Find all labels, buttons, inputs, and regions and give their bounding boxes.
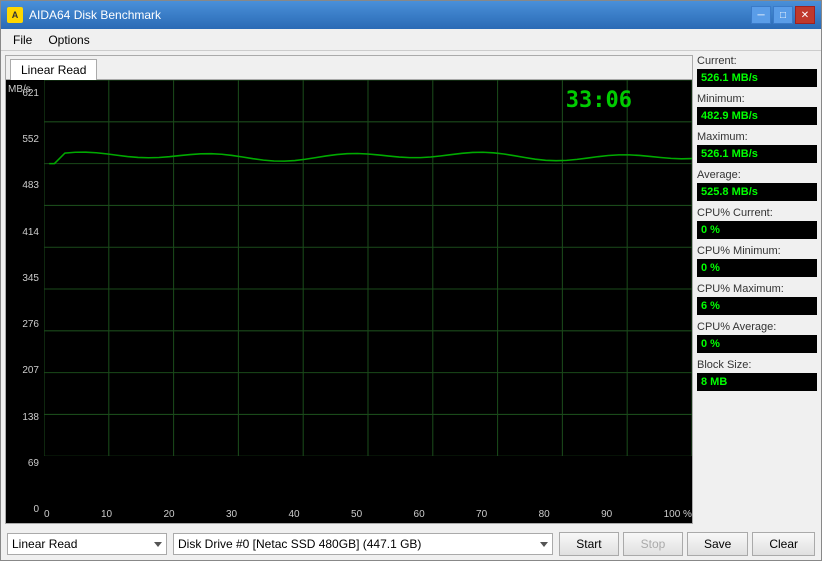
tab-linear-read[interactable]: Linear Read bbox=[10, 59, 97, 80]
timer-display: 33:06 bbox=[566, 88, 632, 113]
drive-selector-label: Disk Drive #0 [Netac SSD 480GB] (447.1 G… bbox=[178, 537, 421, 551]
stat-average-value: 525.8 MB/s bbox=[697, 183, 817, 201]
stat-average: Average: 525.8 MB/s bbox=[697, 169, 817, 201]
main-window: A AIDA64 Disk Benchmark ─ □ ✕ File Optio… bbox=[0, 0, 822, 561]
y-label-0: 0 bbox=[6, 504, 42, 515]
stat-cpu-minimum-label: CPU% Minimum: bbox=[697, 245, 817, 257]
stat-maximum-label: Maximum: bbox=[697, 131, 817, 143]
title-buttons: ─ □ ✕ bbox=[751, 6, 815, 24]
save-button[interactable]: Save bbox=[687, 532, 748, 556]
menu-bar: File Options bbox=[1, 29, 821, 51]
title-bar-left: A AIDA64 Disk Benchmark bbox=[7, 7, 161, 23]
close-button[interactable]: ✕ bbox=[795, 6, 815, 24]
x-label-30: 30 bbox=[226, 509, 237, 520]
stat-minimum: Minimum: 482.9 MB/s bbox=[697, 93, 817, 125]
benchmark-selector-label: Linear Read bbox=[12, 537, 77, 551]
x-label-100: 100 % bbox=[664, 509, 692, 520]
title-bar: A AIDA64 Disk Benchmark ─ □ ✕ bbox=[1, 1, 821, 29]
stat-cpu-average-value: 0 % bbox=[697, 335, 817, 353]
stat-cpu-maximum: CPU% Maximum: 6 % bbox=[697, 283, 817, 315]
y-axis: 621 552 483 414 345 276 207 138 69 0 bbox=[6, 80, 44, 523]
stat-average-label: Average: bbox=[697, 169, 817, 181]
bottom-controls: Linear Read Disk Drive #0 [Netac SSD 480… bbox=[1, 528, 821, 560]
stat-block-size-label: Block Size: bbox=[697, 359, 817, 371]
y-label-207: 207 bbox=[6, 365, 42, 376]
y-label-69: 69 bbox=[6, 458, 42, 469]
y-label-483: 483 bbox=[6, 180, 42, 191]
y-label-414: 414 bbox=[6, 227, 42, 238]
stat-maximum-value: 526.1 MB/s bbox=[697, 145, 817, 163]
x-label-40: 40 bbox=[289, 509, 300, 520]
x-label-90: 90 bbox=[601, 509, 612, 520]
x-label-20: 20 bbox=[163, 509, 174, 520]
stat-cpu-minimum-value: 0 % bbox=[697, 259, 817, 277]
x-label-70: 70 bbox=[476, 509, 487, 520]
drive-selector-arrow bbox=[540, 542, 548, 547]
stat-minimum-value: 482.9 MB/s bbox=[697, 107, 817, 125]
right-panel: Current: 526.1 MB/s Minimum: 482.9 MB/s … bbox=[697, 55, 817, 524]
drive-selector[interactable]: Disk Drive #0 [Netac SSD 480GB] (447.1 G… bbox=[173, 533, 553, 555]
left-panel: Linear Read MB/s 621 552 483 414 345 276… bbox=[5, 55, 693, 524]
x-label-80: 80 bbox=[539, 509, 550, 520]
stat-cpu-current-label: CPU% Current: bbox=[697, 207, 817, 219]
window-title: AIDA64 Disk Benchmark bbox=[29, 8, 161, 22]
menu-options[interactable]: Options bbox=[40, 31, 97, 49]
chart-svg bbox=[44, 80, 692, 456]
stat-cpu-minimum: CPU% Minimum: 0 % bbox=[697, 245, 817, 277]
stop-button[interactable]: Stop bbox=[623, 532, 683, 556]
x-label-0: 0 bbox=[44, 509, 50, 520]
minimize-button[interactable]: ─ bbox=[751, 6, 771, 24]
stat-block-size-value: 8 MB bbox=[697, 373, 817, 391]
y-label-621: 621 bbox=[6, 88, 42, 99]
stat-cpu-average: CPU% Average: 0 % bbox=[697, 321, 817, 353]
start-button[interactable]: Start bbox=[559, 532, 619, 556]
y-label-276: 276 bbox=[6, 319, 42, 330]
stat-current-label: Current: bbox=[697, 55, 817, 67]
stat-cpu-current: CPU% Current: 0 % bbox=[697, 207, 817, 239]
chart-area: MB/s 621 552 483 414 345 276 207 138 69 … bbox=[6, 80, 692, 523]
x-label-10: 10 bbox=[101, 509, 112, 520]
stat-block-size: Block Size: 8 MB bbox=[697, 359, 817, 391]
y-label-138: 138 bbox=[6, 412, 42, 423]
x-label-60: 60 bbox=[414, 509, 425, 520]
content-area: Linear Read MB/s 621 552 483 414 345 276… bbox=[1, 51, 821, 528]
stat-current-value: 526.1 MB/s bbox=[697, 69, 817, 87]
tab-bar: Linear Read bbox=[6, 56, 692, 80]
x-axis: 0 10 20 30 40 50 60 70 80 90 100 % bbox=[44, 505, 692, 523]
stat-current: Current: 526.1 MB/s bbox=[697, 55, 817, 87]
stat-cpu-current-value: 0 % bbox=[697, 221, 817, 239]
x-label-50: 50 bbox=[351, 509, 362, 520]
y-label-552: 552 bbox=[6, 134, 42, 145]
y-label-345: 345 bbox=[6, 273, 42, 284]
maximize-button[interactable]: □ bbox=[773, 6, 793, 24]
stat-cpu-maximum-label: CPU% Maximum: bbox=[697, 283, 817, 295]
stat-cpu-average-label: CPU% Average: bbox=[697, 321, 817, 333]
stat-maximum: Maximum: 526.1 MB/s bbox=[697, 131, 817, 163]
menu-file[interactable]: File bbox=[5, 31, 40, 49]
benchmark-selector[interactable]: Linear Read bbox=[7, 533, 167, 555]
clear-button[interactable]: Clear bbox=[752, 532, 815, 556]
benchmark-selector-arrow bbox=[154, 542, 162, 547]
stat-cpu-maximum-value: 6 % bbox=[697, 297, 817, 315]
app-icon: A bbox=[7, 7, 23, 23]
action-buttons: Start Stop Save Clear bbox=[559, 532, 815, 556]
stat-minimum-label: Minimum: bbox=[697, 93, 817, 105]
